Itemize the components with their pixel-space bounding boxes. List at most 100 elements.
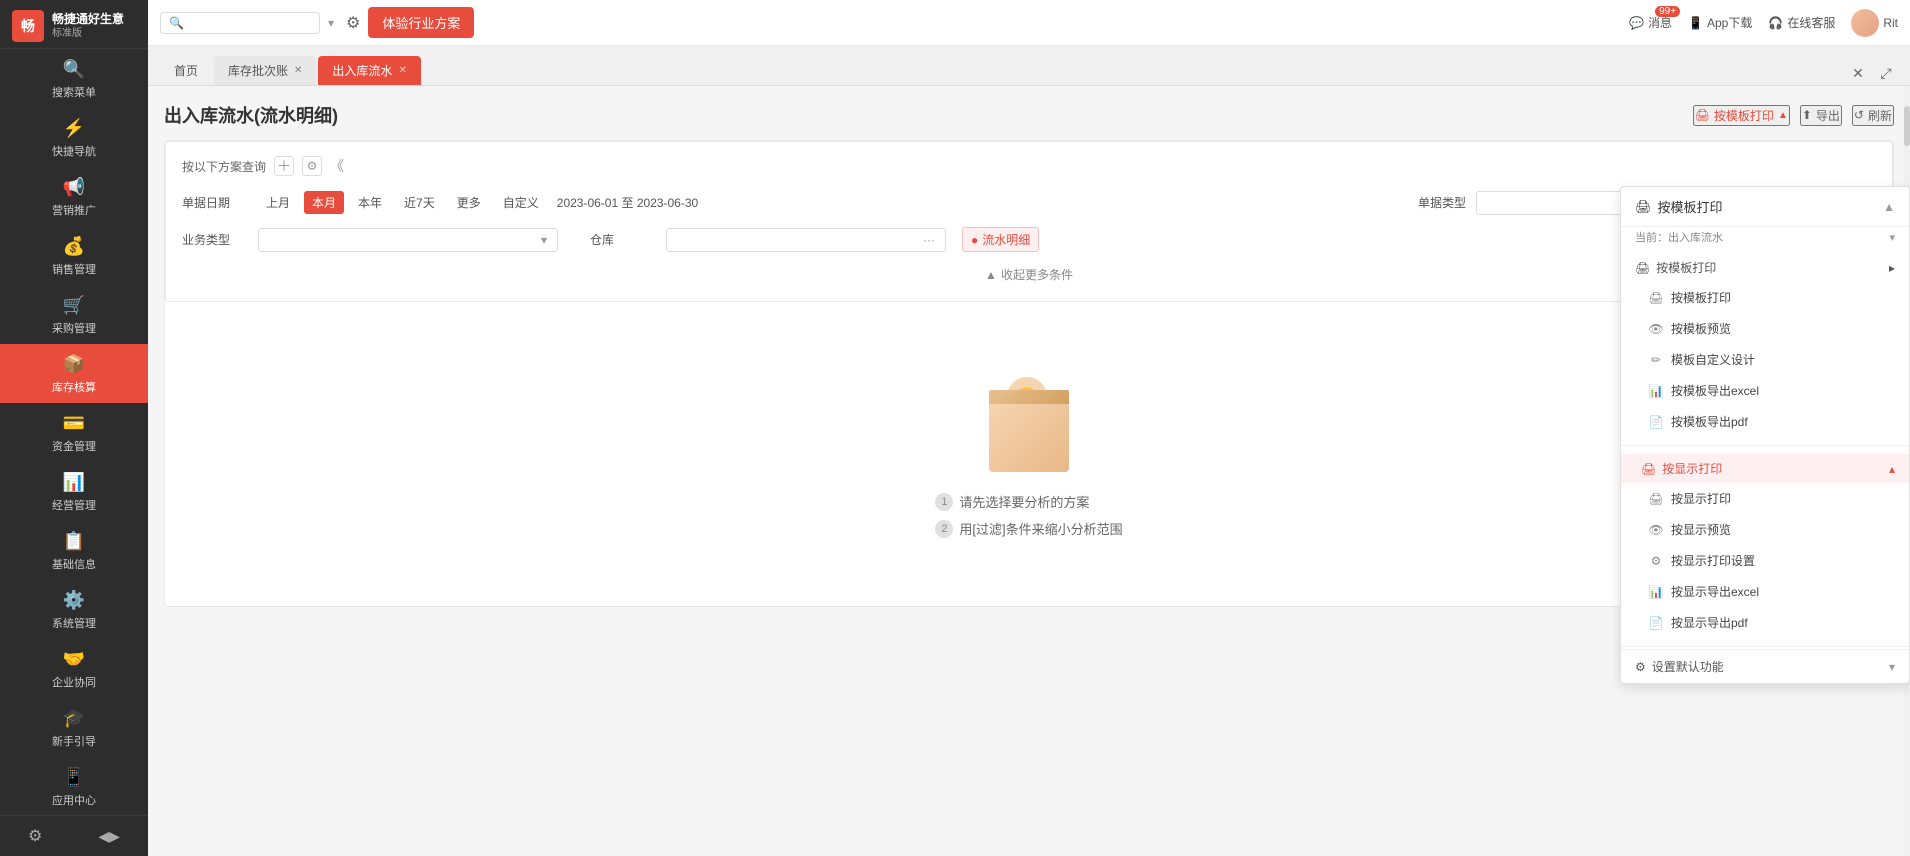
date-btn-prev-month[interactable]: 上月 [258,191,298,214]
partner-icon: 🤝 [63,649,85,670]
display-print-icon: 🖨 [1649,492,1663,506]
export-button[interactable]: ⬆ 导出 [1800,105,1842,126]
sidebar-item-inventory[interactable]: 📦 库存核算 [0,344,148,403]
user-avatar[interactable]: Rit [1851,9,1898,37]
warehouse-label: 仓库 [590,231,650,248]
online-service-button[interactable]: 🎧 在线客服 [1768,14,1835,31]
topbar: 🔍 ▾ ⚙ 体验行业方案 💬 消息 99+ 📱 App下载 🎧 在线客服 [148,0,1910,46]
empty-hint-2: 2 用[过滤]条件来缩小分析范围 [935,519,1122,538]
dropdown-item-display-excel[interactable]: 📊 按显示导出excel [1621,576,1909,607]
warehouse-select-dots: ··· [923,233,935,247]
app-icon: 📱 [63,767,85,788]
date-btn-7days[interactable]: 近7天 [396,191,443,214]
topbar-dropdown-chevron[interactable]: ▾ [328,16,334,30]
sidebar-collapse-icon[interactable]: ◀▶ [98,828,120,845]
sidebar-logo: 畅 畅捷通好生意 标准版 [0,0,148,49]
date-btn-this-year[interactable]: 本年 [350,191,390,214]
filter-add-button[interactable]: ＋ [274,156,294,176]
dropdown-item-display-pdf[interactable]: 📄 按显示导出pdf [1621,607,1909,638]
tab-batch[interactable]: 库存批次账 ✕ [214,56,316,85]
dropdown-item-template-pdf[interactable]: 📄 按模板导出pdf [1621,406,1909,437]
empty-box [989,402,1069,472]
message-icon: 💬 [1629,16,1644,30]
app-download-button[interactable]: 📱 App下载 [1688,14,1752,31]
date-btn-custom[interactable]: 自定义 [495,191,547,214]
current-chevron: ▾ [1889,231,1895,244]
empty-illustration: 😐 [969,372,1089,472]
topbar-gear-icon[interactable]: ⚙ [346,13,360,33]
quick-nav-icon: ⚡ [63,118,85,139]
template-print-button[interactable]: 🖨 按模板打印 ▲ [1693,105,1790,126]
dropdown-chevron-up[interactable]: ▲ [1883,200,1895,214]
window-maximize-button[interactable]: ⤢ [1874,61,1898,85]
sidebar-item-basic[interactable]: 📋 基础信息 [0,521,148,580]
topbar-search-icon: 🔍 [169,16,184,30]
sidebar-item-marketing[interactable]: 📢 营销推广 [0,167,148,226]
sidebar-item-search[interactable]: 🔍 搜索菜单 [0,49,148,108]
tab-flow-close[interactable]: ✕ [398,65,406,76]
dropdown-divider [1621,445,1909,446]
date-btn-more[interactable]: 更多 [449,191,489,214]
type-filter-label: 单据类型 [1418,194,1468,211]
filter-settings-button[interactable]: ⚙ [302,156,322,176]
date-filter-label: 单据日期 [182,194,242,211]
dropdown-footer-item[interactable]: ⚙ 设置默认功能 ▾ [1621,649,1909,683]
excel-icon: 📊 [1649,384,1663,398]
printer-icon: 🖨 [1695,108,1710,122]
biz-type-select[interactable]: ▾ [258,228,558,252]
sidebar-item-purchase[interactable]: 🛒 采购管理 [0,285,148,344]
collapse-more-button[interactable]: ▲ 收起更多条件 [973,262,1085,287]
tab-home[interactable]: 首页 [160,56,212,85]
display-section-chevron: ▴ [1889,462,1895,476]
print-icon: 🖨 [1649,291,1663,305]
sales-icon: 💰 [63,236,85,257]
industry-solution-button[interactable]: 体验行业方案 [368,7,474,38]
dropdown-item-template-custom[interactable]: ✏ 模板自定义设计 [1621,344,1909,375]
biz-type-label: 业务类型 [182,231,242,248]
message-button[interactable]: 💬 消息 99+ [1629,14,1672,31]
template-section-header[interactable]: 🖨 按模板打印 ▸ [1621,253,1909,282]
sidebar-item-app[interactable]: 📱 应用中心 [0,757,148,815]
warehouse-select[interactable]: ··· [666,228,946,252]
sidebar-item-sales[interactable]: 💰 销售管理 [0,226,148,285]
tab-batch-close[interactable]: ✕ [294,65,302,76]
avatar-image [1851,9,1879,37]
dropdown-item-display-print[interactable]: 🖨 按显示打印 [1621,483,1909,514]
sidebar-item-system[interactable]: ⚙️ 系统管理 [0,580,148,639]
dropdown-item-template-print[interactable]: 🖨 按模板打印 [1621,282,1909,313]
app-download-icon: 📱 [1688,16,1703,30]
sidebar-item-finance[interactable]: 💳 资金管理 [0,403,148,462]
page-title: 出入库流水(流水明细) [164,102,338,128]
tab-flow[interactable]: 出入库流水 ✕ [318,56,420,85]
inventory-icon: 📦 [63,354,85,375]
filter-header: 按以下方案查询 ＋ ⚙ 《 [182,156,1876,176]
dropdown-item-template-excel[interactable]: 📊 按模板导出excel [1621,375,1909,406]
dropdown-item-template-preview[interactable]: 👁 按模板预览 [1621,313,1909,344]
sidebar-settings-icon[interactable]: ⚙ [28,826,42,846]
display-section-icon: 🖨 [1641,462,1656,476]
window-close-button[interactable]: ✕ [1846,61,1870,85]
page-actions: 🖨 按模板打印 ▲ ⬆ 导出 ↺ 刷新 [1693,105,1894,126]
filter-collapse-button[interactable]: 《 [330,156,344,176]
system-icon: ⚙️ [63,590,85,611]
sidebar-item-partner[interactable]: 🤝 企业协同 [0,639,148,698]
template-section-chevron: ▸ [1889,261,1895,275]
dropdown-item-display-settings[interactable]: ⚙ 按显示打印设置 [1621,545,1909,576]
tag-circle-icon: ● [971,233,978,247]
date-btn-this-month[interactable]: 本月 [304,191,344,214]
sidebar-item-quick-nav[interactable]: ⚡ 快捷导航 [0,108,148,167]
dropdown-item-display-preview[interactable]: 👁 按显示预览 [1621,514,1909,545]
logo-icon: 畅 [12,10,44,42]
refresh-button[interactable]: ↺ 刷新 [1852,105,1894,126]
display-section-header[interactable]: 🖨 按显示打印 ▴ [1621,454,1909,483]
sidebar-item-operation[interactable]: 📊 经营管理 [0,462,148,521]
logo-text: 畅捷通好生意 标准版 [52,11,124,42]
sidebar-nav: 🔍 搜索菜单 ⚡ 快捷导航 📢 营销推广 💰 销售管理 🛒 采购管理 📦 [0,49,148,815]
date-range-display: 2023-06-01 至 2023-06-30 [557,194,698,211]
filter-tag-flow[interactable]: ● 流水明细 [962,227,1039,252]
search-input[interactable] [188,16,311,30]
content-inner: 出入库流水(流水明细) 🖨 按模板打印 ▲ ⬆ 导出 ↺ [148,86,1910,856]
sidebar-item-guide[interactable]: 🎓 新手引导 [0,698,148,757]
scrollbar-thumb[interactable] [1904,106,1910,146]
topbar-search-box[interactable]: 🔍 [160,12,320,34]
